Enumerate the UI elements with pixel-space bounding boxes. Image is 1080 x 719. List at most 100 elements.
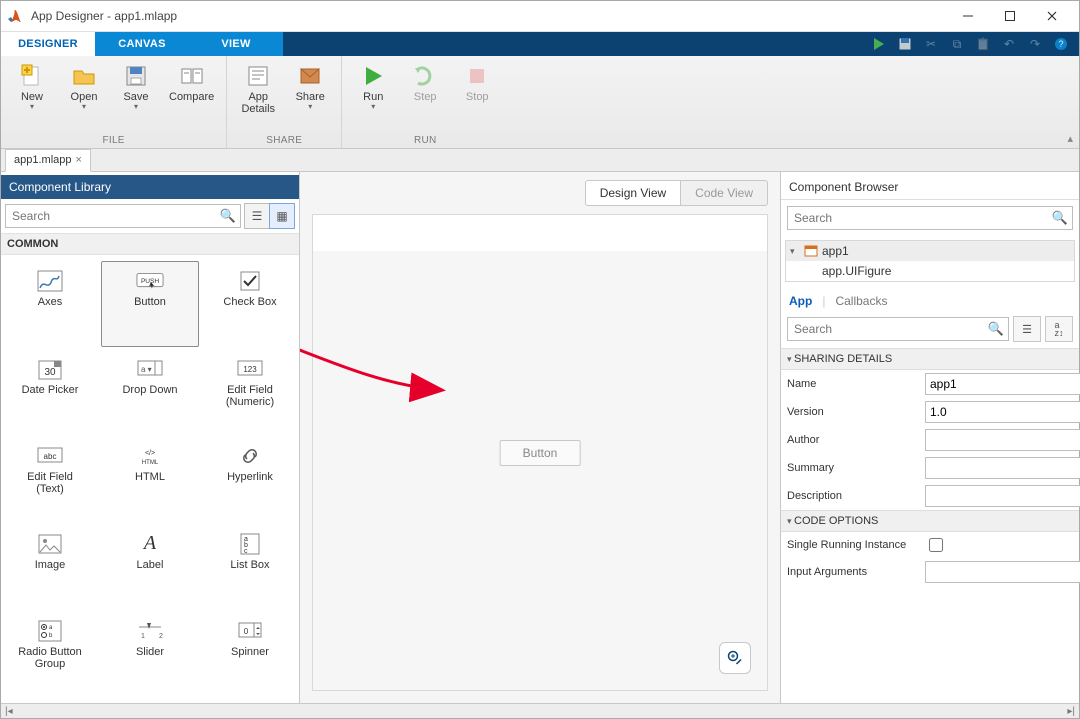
tab-view[interactable]: VIEW [189, 32, 283, 56]
maximize-button[interactable] [989, 2, 1031, 30]
design-view-tab[interactable]: Design View [585, 180, 681, 206]
common-section-header: COMMON [1, 233, 299, 255]
code-options-section[interactable]: CODE OPTIONS [781, 510, 1079, 532]
close-button[interactable] [1031, 2, 1073, 30]
tree-child-label: app.UIFigure [822, 264, 891, 278]
tree-expand-icon[interactable]: ▾ [790, 246, 800, 257]
library-search-field[interactable] [10, 208, 216, 224]
prop-name-input[interactable] [925, 373, 1080, 395]
component-editfield-text[interactable]: abcEdit Field (Text) [1, 436, 99, 522]
component-dropdown[interactable]: a ▾Drop Down [101, 349, 199, 435]
run-button[interactable]: Run [350, 59, 396, 111]
svg-text:</>: </> [145, 450, 155, 457]
image-icon [36, 533, 64, 555]
cut-qa-icon[interactable]: ✂ [921, 34, 941, 54]
redo-qa-icon[interactable]: ↷ [1025, 34, 1045, 54]
svg-text:abc: abc [44, 452, 57, 461]
paste-qa-icon[interactable]: 📋 [973, 34, 993, 54]
open-button[interactable]: Open [61, 59, 107, 111]
run-group: Run Step Stop RUN [342, 56, 508, 148]
help-qa-icon[interactable]: ? [1051, 34, 1071, 54]
svg-text:30: 30 [44, 367, 56, 378]
scroll-right-icon[interactable]: ▸| [1067, 706, 1075, 717]
component-label[interactable]: ALabel [101, 524, 199, 610]
browser-search-field[interactable] [792, 210, 1048, 226]
component-checkbox[interactable]: Check Box [201, 261, 299, 347]
checkbox-icon [236, 270, 264, 292]
doc-tab-app1[interactable]: app1.mlapp × [5, 149, 91, 172]
inspector-tab-app[interactable]: App [787, 292, 814, 310]
document-tab-bar: app1.mlapp × [1, 149, 1079, 172]
collapse-toolstrip-icon[interactable]: ▴ [1067, 132, 1073, 145]
save-qa-icon[interactable] [895, 34, 915, 54]
component-spinner[interactable]: 0Spinner [201, 611, 299, 697]
sharing-details-section[interactable]: SHARING DETAILS [781, 348, 1079, 370]
save-button[interactable]: Save [113, 59, 159, 111]
prop-author-input[interactable] [925, 429, 1080, 451]
canvas-button-component[interactable]: Button [500, 440, 581, 466]
library-search-input[interactable]: 🔍 [5, 204, 241, 228]
code-view-tab[interactable]: Code View [681, 180, 768, 206]
component-editfield-numeric[interactable]: 123Edit Field (Numeric) [201, 349, 299, 435]
dropdown-icon: a ▾ [136, 358, 164, 380]
copy-qa-icon[interactable]: ⧉ [947, 34, 967, 54]
tree-root-app1[interactable]: ▾ app1 [786, 241, 1074, 261]
component-button[interactable]: PUSHButton [101, 261, 199, 347]
share-group-label: SHARE [235, 135, 333, 148]
tree-child-uifigure[interactable]: app.UIFigure [786, 261, 1074, 281]
slider-icon: 12 [136, 620, 164, 642]
svg-text:0: 0 [244, 627, 249, 636]
component-tree: ▾ app1 app.UIFigure [785, 240, 1075, 282]
doc-tab-label: app1.mlapp [14, 154, 72, 166]
share-button[interactable]: Share [287, 59, 333, 115]
categorized-view-button[interactable]: ☰ [1013, 316, 1041, 342]
component-grid: Axes PUSHButton Check Box 30Date Picker … [1, 255, 299, 703]
doc-tab-close-icon[interactable]: × [76, 154, 82, 166]
editfield-text-icon: abc [36, 445, 64, 467]
step-icon [412, 63, 438, 89]
sort-view-button[interactable]: az↕ [1045, 316, 1073, 342]
design-canvas[interactable]: Button [312, 214, 768, 691]
tab-canvas[interactable]: CANVAS [95, 32, 189, 56]
prop-description-input[interactable] [925, 485, 1080, 507]
list-view-toggle[interactable]: ☰ [244, 203, 270, 229]
component-html[interactable]: </>HTMLHTML [101, 436, 199, 522]
scroll-left-icon[interactable]: |◂ [5, 706, 13, 717]
prop-version-input[interactable] [925, 401, 1080, 423]
tree-root-label: app1 [822, 244, 849, 258]
inspector-tab-callbacks[interactable]: Callbacks [833, 292, 889, 310]
search-icon: 🔍 [220, 208, 236, 224]
undo-qa-icon[interactable]: ↶ [999, 34, 1019, 54]
prop-sri-checkbox[interactable] [929, 538, 943, 552]
component-slider[interactable]: 12Slider [101, 611, 199, 697]
svg-text:c: c [244, 548, 248, 555]
run-icon [360, 63, 386, 89]
share-group: App Details Share SHARE [227, 56, 342, 148]
component-datepicker[interactable]: 30Date Picker [1, 349, 99, 435]
svg-text:a ▾: a ▾ [141, 365, 152, 374]
new-button[interactable]: New [9, 59, 55, 111]
component-radiobuttongroup[interactable]: abRadio Button Group [1, 611, 99, 697]
run-qa-icon[interactable] [869, 34, 889, 54]
component-image[interactable]: Image [1, 524, 99, 610]
component-hyperlink[interactable]: Hyperlink [201, 436, 299, 522]
component-library-title: Component Library [1, 175, 299, 199]
tab-designer[interactable]: DESIGNER [1, 32, 95, 56]
svg-text:123: 123 [243, 365, 257, 374]
compare-button[interactable]: Compare [165, 59, 218, 111]
grid-view-toggle[interactable]: ▦ [269, 203, 295, 229]
component-axes[interactable]: Axes [1, 261, 99, 347]
run-group-label: RUN [350, 135, 500, 148]
prop-inputargs-input[interactable] [925, 561, 1080, 583]
component-browser-title: Component Browser [781, 175, 1079, 200]
prop-summary-input[interactable] [925, 457, 1080, 479]
zoom-fit-button[interactable] [719, 642, 751, 674]
component-listbox[interactable]: abcList Box [201, 524, 299, 610]
browser-search[interactable]: 🔍 [787, 206, 1073, 230]
prop-search-field[interactable] [792, 321, 984, 337]
svg-text:PUSH: PUSH [141, 278, 159, 285]
prop-search[interactable]: 🔍 [787, 317, 1009, 341]
minimize-button[interactable] [947, 2, 989, 30]
component-browser-panel: Component Browser 🔍 ▾ app1 app.UIFigure [780, 172, 1079, 703]
app-details-button[interactable]: App Details [235, 59, 281, 115]
